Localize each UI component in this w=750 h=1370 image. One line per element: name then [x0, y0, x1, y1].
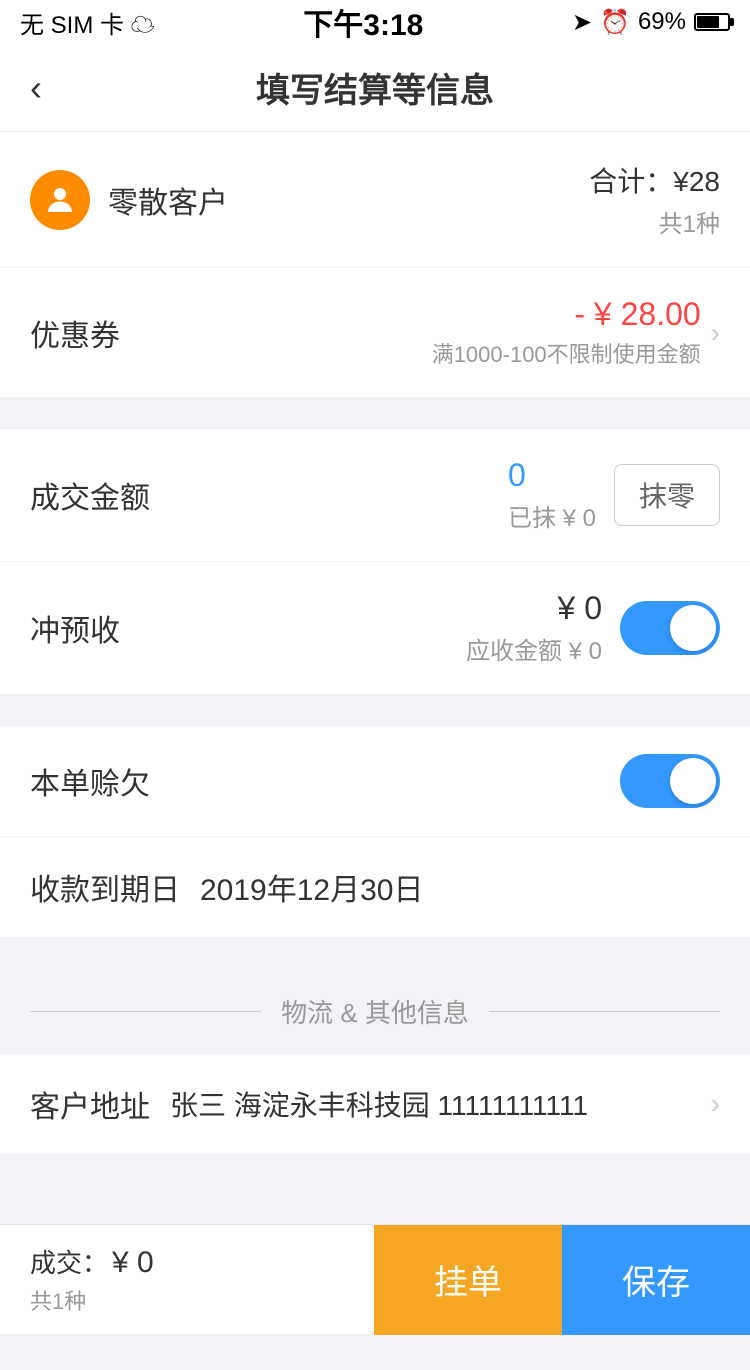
customer-name: 零散客户: [108, 178, 228, 222]
due-date-value: 2019年12月30日: [200, 865, 423, 909]
coupon-right-inner: - ¥ 28.00 满1000-100不限制使用金额: [432, 296, 701, 369]
prepay-amount: ¥ 0: [466, 590, 602, 627]
coupon-desc: 满1000-100不限制使用金额: [432, 337, 701, 369]
battery-icon: [694, 13, 730, 31]
nav-bar: ‹ 填写结算等信息: [0, 44, 750, 132]
back-button[interactable]: ‹: [20, 57, 52, 119]
due-date-row: 收款到期日 2019年12月30日: [0, 836, 750, 937]
location-icon: ➤: [572, 8, 592, 37]
gray-separator-1: [0, 413, 750, 429]
bottom-info: 成交： ¥ 0 共1种: [0, 1243, 374, 1316]
bottom-deal-line: 成交： ¥ 0: [30, 1243, 344, 1280]
prepay-right: ¥ 0 应收金额 ¥ 0: [466, 590, 602, 666]
battery-percent: 69%: [638, 8, 686, 36]
status-left: 无 SIM 卡 ☁: [20, 5, 155, 40]
logistics-label: 物流 & 其他信息: [261, 993, 489, 1030]
deal-amount-label: 成交金额: [30, 473, 150, 517]
status-right: ➤ ⏰ 69%: [572, 8, 730, 37]
deal-amount-right: 0 已抹 ¥ 0 抹零: [508, 457, 720, 533]
save-button[interactable]: 保存: [562, 1225, 750, 1335]
logistics-line-right: [489, 1011, 720, 1012]
bottom-count: 共1种: [30, 1284, 344, 1316]
address-value: 张三 海淀永丰科技园 11111111111: [170, 1084, 711, 1124]
prepay-right-wrapper: ¥ 0 应收金额 ¥ 0: [466, 590, 720, 666]
debt-section: 本单赊欠 收款到期日 2019年12月30日: [0, 726, 750, 937]
address-row[interactable]: 客户地址 张三 海淀永丰科技园 11111111111 ›: [0, 1054, 750, 1154]
logistics-divider: 物流 & 其他信息: [0, 969, 750, 1054]
bottom-deal-amount: ¥ 0: [112, 1246, 154, 1280]
debt-label: 本单赊欠: [30, 759, 150, 803]
prepay-label: 冲预收: [30, 606, 120, 650]
customer-section: 零散客户 合计：¥28 共1种 优惠券 - ¥ 28.00 满1000-100不…: [0, 132, 750, 397]
sim-label: 无 SIM 卡 ☁: [20, 5, 155, 40]
address-section: 客户地址 张三 海淀永丰科技园 11111111111 ›: [0, 1054, 750, 1154]
due-date-label: 收款到期日: [30, 865, 180, 909]
prepay-note: 应收金额 ¥ 0: [466, 631, 602, 666]
round-zero-button[interactable]: 抹零: [614, 464, 720, 526]
prepay-row: 冲预收 ¥ 0 应收金额 ¥ 0: [0, 561, 750, 694]
status-time: 下午3:18: [303, 0, 423, 44]
debt-toggle-knob: [670, 758, 716, 804]
coupon-row[interactable]: 优惠券 - ¥ 28.00 满1000-100不限制使用金额 ›: [0, 267, 750, 397]
debt-row: 本单赊欠: [0, 726, 750, 836]
deal-section: 成交金额 0 已抹 ¥ 0 抹零 冲预收 ¥ 0 应收金额 ¥ 0: [0, 429, 750, 694]
hang-order-button[interactable]: 挂单: [374, 1225, 562, 1335]
alarm-icon: ⏰: [600, 8, 630, 37]
deal-amount-row: 成交金额 0 已抹 ¥ 0 抹零: [0, 429, 750, 561]
total-amount: 合计：¥28: [589, 160, 720, 200]
page-title: 填写结算等信息: [256, 63, 494, 112]
bottom-deal-label: 成交：: [30, 1243, 108, 1280]
coupon-label: 优惠券: [30, 311, 120, 355]
logistics-section: 物流 & 其他信息: [0, 969, 750, 1054]
coupon-discount: - ¥ 28.00: [432, 296, 701, 333]
debt-toggle[interactable]: [620, 754, 720, 808]
customer-left: 零散客户: [30, 170, 228, 230]
chevron-right-icon: ›: [711, 317, 720, 349]
coupon-right: - ¥ 28.00 满1000-100不限制使用金额 ›: [432, 296, 720, 369]
address-chevron-icon: ›: [711, 1088, 720, 1120]
customer-row: 零散客户 合计：¥28 共1种: [0, 132, 750, 267]
total-count: 共1种: [589, 204, 720, 239]
deal-amount-value-wrapper: 0 已抹 ¥ 0: [508, 457, 596, 533]
status-bar: 无 SIM 卡 ☁ 下午3:18 ➤ ⏰ 69%: [0, 0, 750, 44]
toggle-knob: [670, 605, 716, 651]
avatar: [30, 170, 90, 230]
customer-right: 合计：¥28 共1种: [589, 160, 720, 239]
prepay-toggle[interactable]: [620, 601, 720, 655]
deal-amount-value: 0: [508, 457, 596, 494]
user-icon: [42, 182, 78, 218]
gray-separator-3: [0, 953, 750, 969]
logistics-line-left: [30, 1011, 261, 1012]
deal-amount-note: 已抹 ¥ 0: [508, 498, 596, 533]
bottom-bar: 成交： ¥ 0 共1种 挂单 保存: [0, 1224, 750, 1334]
address-label: 客户地址: [30, 1082, 150, 1126]
gray-separator-2: [0, 710, 750, 726]
